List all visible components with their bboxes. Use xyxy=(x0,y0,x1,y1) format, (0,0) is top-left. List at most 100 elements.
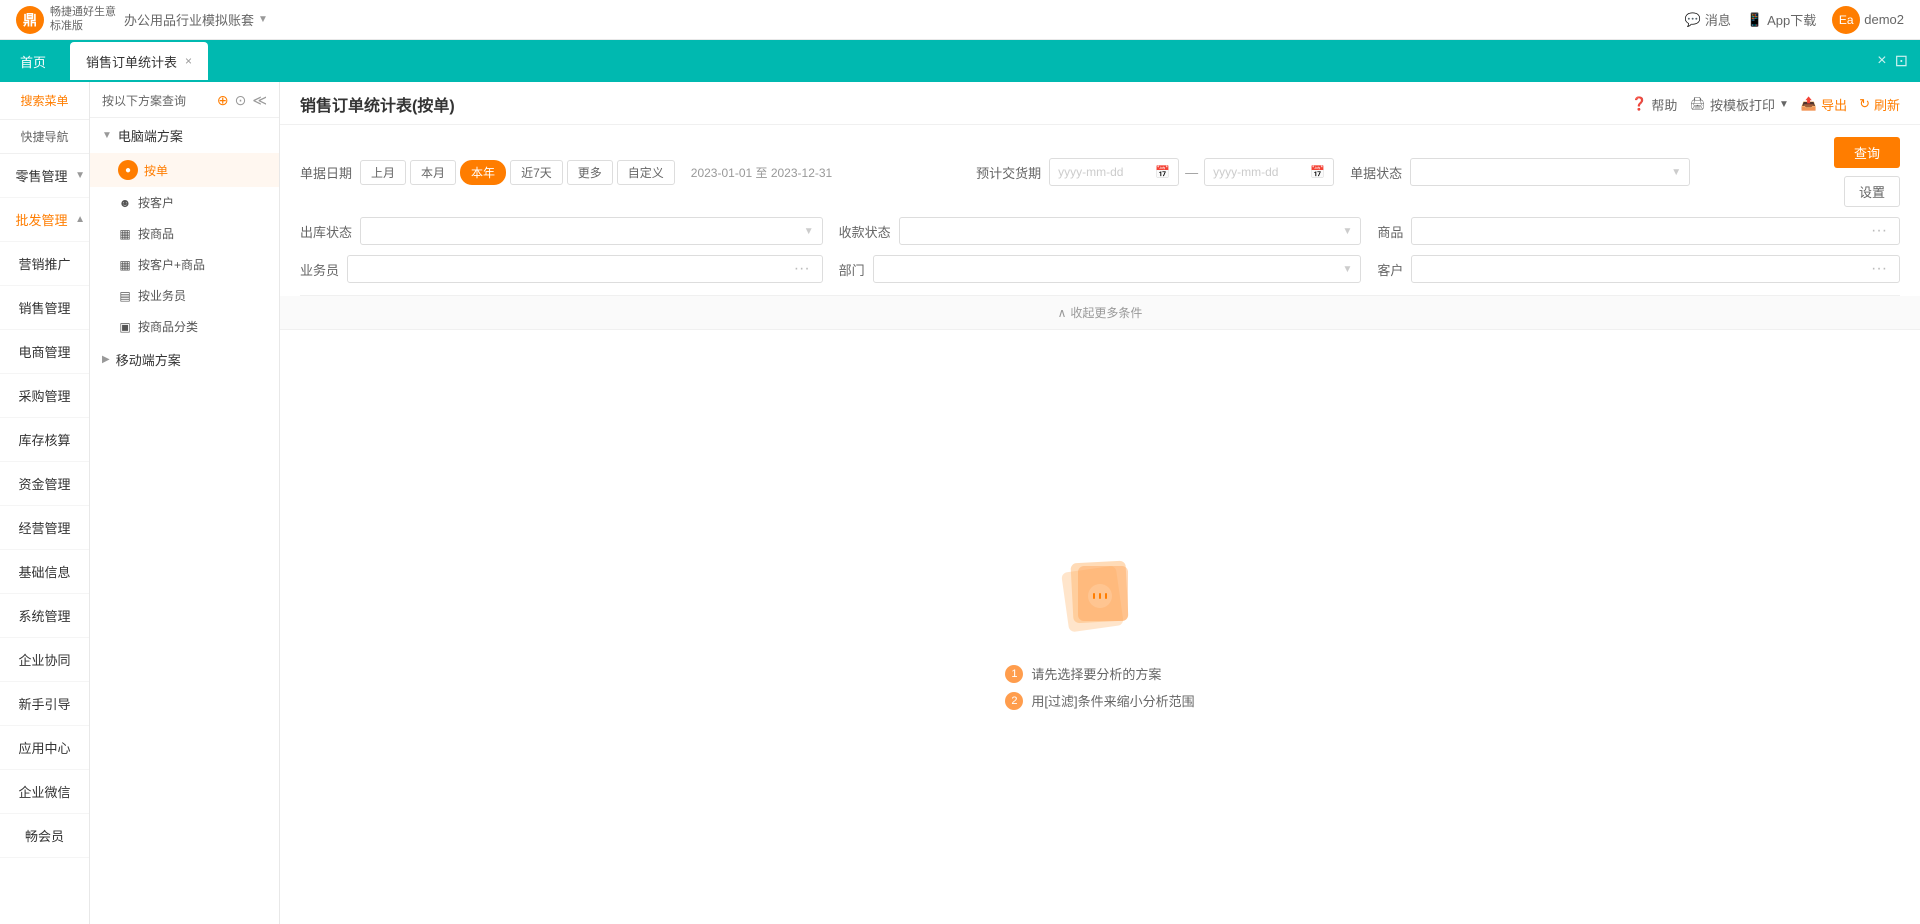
window-close-button[interactable]: × xyxy=(1877,52,1886,70)
top-bar: 鼎 畅捷通好生意 标准版 办公用品行业模拟账套 ▼ 💬 消息 📱 App下载 E… xyxy=(0,0,1920,40)
sidebar-item-basic[interactable]: 基础信息 xyxy=(0,550,89,594)
tab-home[interactable]: 首页 xyxy=(0,40,66,82)
sidebar-item-finance[interactable]: 资金管理 xyxy=(0,462,89,506)
customer-scheme-icon: ☻ xyxy=(118,196,132,210)
scheme-mobile-group-header[interactable]: ▶ 移动端方案 xyxy=(90,342,279,377)
customer-dots-icon[interactable]: ··· xyxy=(1867,260,1891,278)
date-separator: — xyxy=(1185,165,1198,180)
sidebar-item-newbie[interactable]: 新手引导 xyxy=(0,682,89,726)
sidebar-item-retail[interactable]: 零售管理 ▼ xyxy=(0,154,89,198)
collapse-label: 收起更多条件 xyxy=(1070,304,1142,321)
expected-date-start-input[interactable]: yyyy-mm-dd 📅 xyxy=(1049,158,1179,186)
sidebar-item-apps[interactable]: 应用中心 xyxy=(0,726,89,770)
dept-select[interactable]: ▼ xyxy=(873,255,1362,283)
date-button-group: 上月 本月 本年 近7天 更多 自定义 xyxy=(360,160,675,185)
goods-dots-icon[interactable]: ··· xyxy=(1867,222,1891,240)
date-filter-label: 单据日期 xyxy=(300,163,352,182)
main-panel: 销售订单统计表(按单) ❓ 帮助 🖨 按模板打印 ▼ 📤 导出 xyxy=(280,82,1920,924)
scheme-pc-group: ▼ 电脑端方案 ● 按单 ☻ 按客户 ▦ 按商品 xyxy=(90,118,279,342)
expected-date-end-input[interactable]: yyyy-mm-dd 📅 xyxy=(1204,158,1334,186)
top-bar-right: 💬 消息 📱 App下载 Ea demo2 xyxy=(1685,6,1904,34)
sidebar-item-wholesale[interactable]: 批发管理 ▲ xyxy=(0,198,89,242)
tip1-number: 1 xyxy=(1005,665,1023,683)
breadcrumb-arrow-icon: ▼ xyxy=(258,14,268,25)
scheme-item-by-order[interactable]: ● 按单 xyxy=(90,153,279,187)
export-button[interactable]: 📤 导出 xyxy=(1801,95,1847,114)
pc-group-label: 电脑端方案 xyxy=(118,126,183,145)
scheme-item-by-customer[interactable]: ☻ 按客户 xyxy=(90,187,279,218)
refresh-button[interactable]: ↻ 刷新 xyxy=(1859,95,1900,114)
sidebar-item-wechat[interactable]: 企业微信 xyxy=(0,770,89,814)
sidebar: 搜索菜单 快捷导航 零售管理 ▼ 批发管理 ▲ 营销推广 销售管理 电商管理 采… xyxy=(0,82,90,924)
sidebar-item-corp[interactable]: 企业协同 xyxy=(0,638,89,682)
more-btn[interactable]: 更多 xyxy=(567,160,613,185)
pay-status-arrow-icon: ▼ xyxy=(1342,226,1352,237)
sidebar-item-marketing[interactable]: 营销推广 xyxy=(0,242,89,286)
help-icon: ❓ xyxy=(1631,96,1647,112)
calendar-start-icon: 📅 xyxy=(1155,165,1170,179)
filter-right-actions: 查询 设置 xyxy=(1834,137,1900,207)
collapse-bar[interactable]: ∧ 收起更多条件 xyxy=(280,296,1920,330)
expected-date-label: 预计交货期 xyxy=(976,163,1041,182)
goods-item: 商品 ··· xyxy=(1377,217,1900,245)
scheme-collapse-icon[interactable]: ≪ xyxy=(252,92,267,109)
custom-btn[interactable]: 自定义 xyxy=(617,160,675,185)
scheme-pc-group-header[interactable]: ▼ 电脑端方案 xyxy=(90,118,279,153)
user-avatar-button[interactable]: Ea demo2 xyxy=(1832,6,1904,34)
goods-select[interactable]: ··· xyxy=(1411,217,1900,245)
salesman-select[interactable]: ··· xyxy=(347,255,823,283)
sidebar-item-purchase[interactable]: 采购管理 xyxy=(0,374,89,418)
tab-close-button[interactable]: × xyxy=(185,54,192,68)
scheme-item-by-cust-prod[interactable]: ▦ 按客户+商品 xyxy=(90,249,279,280)
last7-btn[interactable]: 近7天 xyxy=(510,160,563,185)
mobile-group-label: 移动端方案 xyxy=(116,350,181,369)
ship-status-select[interactable]: ▼ xyxy=(360,217,823,245)
mobile-group-arrow-icon: ▶ xyxy=(102,354,110,365)
page-title: 销售订单统计表(按单) xyxy=(300,92,455,116)
query-button[interactable]: 查询 xyxy=(1834,137,1900,168)
scheme-edit-icon[interactable]: ⊙ xyxy=(235,92,247,109)
settings-button[interactable]: 设置 xyxy=(1844,176,1900,207)
sidebar-quicknav[interactable]: 快捷导航 xyxy=(0,120,89,154)
sidebar-item-operations[interactable]: 经营管理 xyxy=(0,506,89,550)
expected-date-input-group: yyyy-mm-dd 📅 — yyyy-mm-dd 📅 xyxy=(1049,158,1334,186)
last-month-btn[interactable]: 上月 xyxy=(360,160,406,185)
scheme-item-by-product[interactable]: ▦ 按商品 xyxy=(90,218,279,249)
collapse-icon: ∧ xyxy=(1058,306,1067,320)
tab-window-buttons: × ⊡ xyxy=(1877,51,1920,71)
tab-sales-order-stats[interactable]: 销售订单统计表 × xyxy=(70,42,208,80)
salesman-dots-icon[interactable]: ··· xyxy=(790,260,814,278)
export-icon: 📤 xyxy=(1801,96,1817,112)
scheme-item-by-category[interactable]: ▣ 按商品分类 xyxy=(90,311,279,342)
salesman-scheme-icon: ▤ xyxy=(118,289,132,303)
logo-icon: 鼎 xyxy=(16,6,44,34)
customer-select[interactable]: ··· xyxy=(1411,255,1900,283)
this-month-btn[interactable]: 本月 xyxy=(410,160,456,185)
scheme-mobile-group: ▶ 移动端方案 xyxy=(90,342,279,377)
sidebar-search[interactable]: 搜索菜单 xyxy=(0,82,89,120)
pc-group-arrow-icon: ▼ xyxy=(102,130,112,141)
sidebar-item-inventory[interactable]: 库存核算 xyxy=(0,418,89,462)
scheme-item-by-salesman[interactable]: ▤ 按业务员 xyxy=(90,280,279,311)
sidebar-item-sales[interactable]: 销售管理 xyxy=(0,286,89,330)
sidebar-item-ecommerce[interactable]: 电商管理 xyxy=(0,330,89,374)
this-year-btn[interactable]: 本年 xyxy=(460,160,506,185)
goods-label: 商品 xyxy=(1377,222,1403,241)
scheme-header: 按以下方案查询 ⊕ ⊙ ≪ xyxy=(90,82,279,118)
breadcrumb[interactable]: 办公用品行业模拟账套 ▼ xyxy=(124,10,268,29)
print-icon: 🖨 xyxy=(1689,96,1706,112)
cust-prod-scheme-icon: ▦ xyxy=(118,258,132,272)
scheme-add-icon[interactable]: ⊕ xyxy=(217,92,229,109)
pay-status-select[interactable]: ▼ xyxy=(899,217,1362,245)
sidebar-item-system[interactable]: 系统管理 xyxy=(0,594,89,638)
message-button[interactable]: 💬 消息 xyxy=(1685,10,1731,29)
dept-arrow-icon: ▼ xyxy=(1342,264,1352,275)
doc-status-select[interactable]: ▼ xyxy=(1410,158,1690,186)
sidebar-item-member[interactable]: 畅会员 xyxy=(0,814,89,858)
logo-text: 畅捷通好生意 标准版 xyxy=(50,6,116,32)
window-maximize-button[interactable]: ⊡ xyxy=(1895,51,1908,71)
salesman-item: 业务员 ··· xyxy=(300,255,823,283)
help-button[interactable]: ❓ 帮助 xyxy=(1631,95,1677,114)
app-download-button[interactable]: 📱 App下载 xyxy=(1747,10,1816,29)
print-button[interactable]: 🖨 按模板打印 ▼ xyxy=(1689,95,1788,114)
